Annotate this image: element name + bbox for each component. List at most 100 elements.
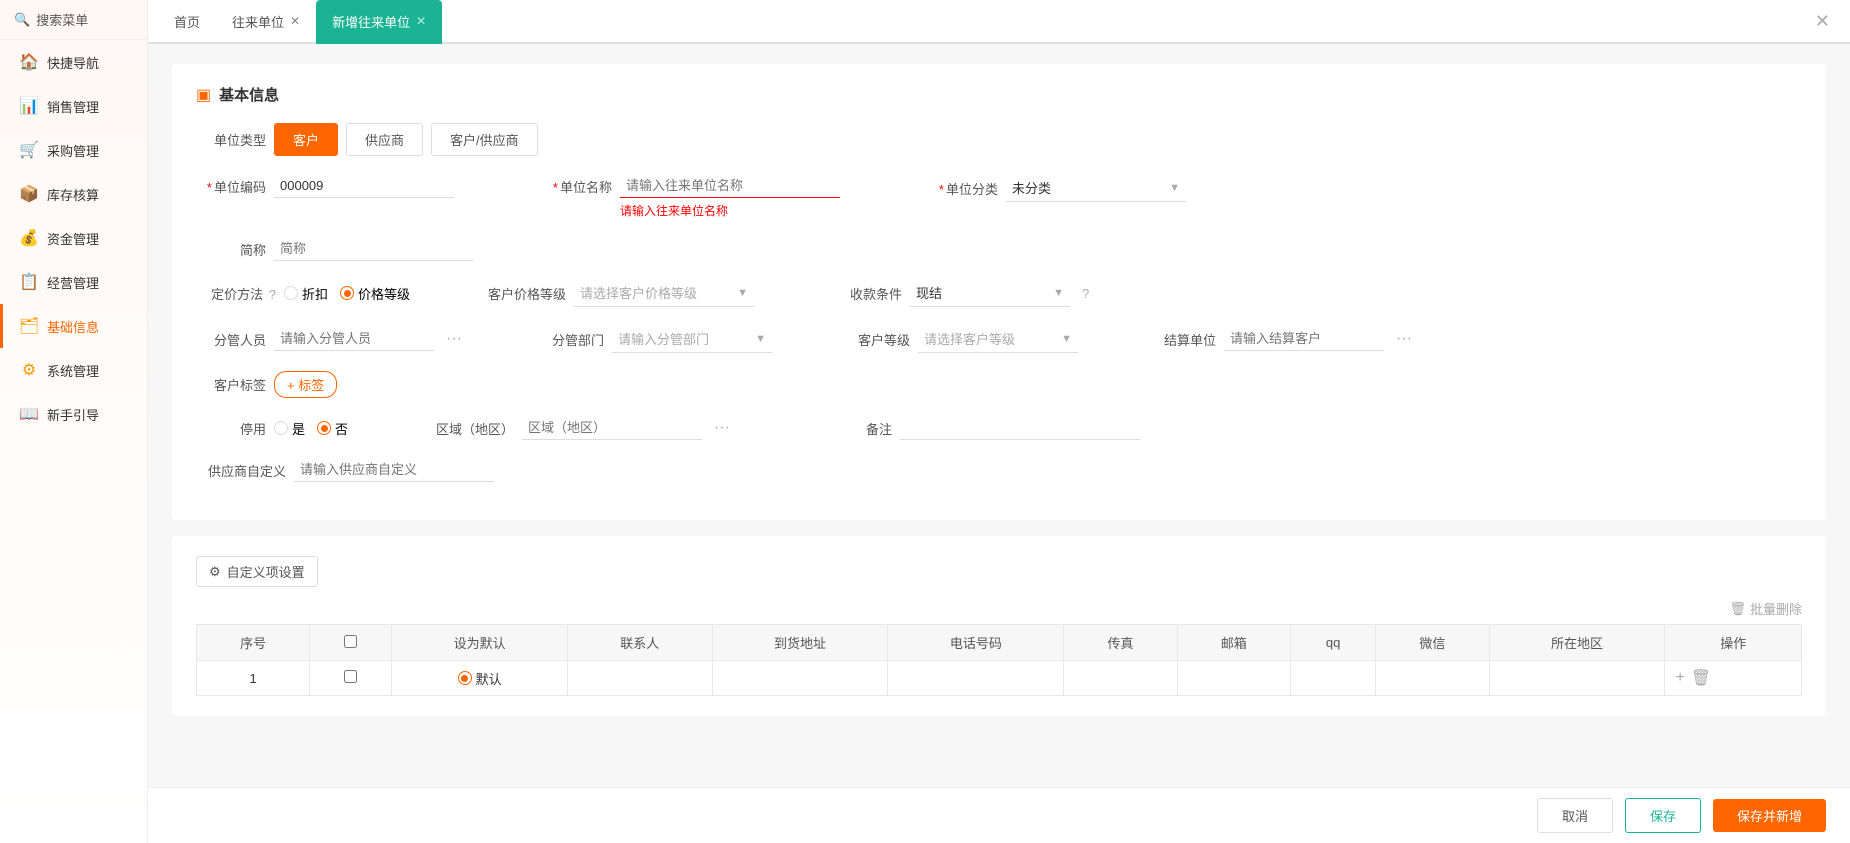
pricing-radio-level[interactable]: 价格等级 (340, 284, 410, 303)
sidebar-item-system[interactable]: ⚙ 系统管理 (0, 348, 147, 392)
cancel-button[interactable]: 取消 (1537, 798, 1613, 833)
basicinfo-icon: 🗂 (19, 316, 39, 336)
row-default[interactable]: 默认 (392, 661, 568, 696)
supplier-custom-row: 供应商自定义 (196, 458, 1802, 482)
default-radio-dot (458, 671, 472, 685)
tab-new-partner[interactable]: 新增往来单位 ✕ (316, 0, 442, 44)
tab-partners-close[interactable]: ✕ (290, 14, 300, 28)
sidebar-item-operations[interactable]: 📋 经营管理 (0, 260, 147, 304)
row-wechat[interactable] (1376, 661, 1489, 696)
row-fax[interactable] (1064, 661, 1177, 696)
payment-terms-chevron-icon: ▼ (1053, 287, 1064, 299)
add-row-icon[interactable]: + (1675, 669, 1684, 687)
action-bar: 取消 保存 保存并新增 (148, 787, 1850, 843)
discount-radio-dot (284, 286, 298, 300)
supplier-custom-input[interactable] (294, 458, 494, 482)
price-level-select[interactable]: 请选择客户价格等级 ▼ (574, 279, 754, 307)
delete-row-icon[interactable]: 🗑 (1691, 668, 1711, 688)
row-address[interactable] (712, 661, 888, 696)
unit-name-input[interactable] (620, 174, 840, 198)
tag-add-button[interactable]: + 标签 (274, 371, 337, 398)
remark-input[interactable] (900, 416, 1140, 440)
settlement-input[interactable] (1224, 327, 1384, 351)
pricing-help-icon[interactable]: ? (269, 287, 276, 302)
type-btn-customer[interactable]: 客户 (274, 123, 338, 156)
settlement-more-icon[interactable]: ··· (1392, 330, 1416, 348)
pricing-radio-discount[interactable]: 折扣 (284, 284, 328, 303)
col-address: 到货地址 (712, 625, 888, 661)
customer-level-group: 客户等级 请选择客户等级 ▼ (840, 325, 1078, 353)
type-btn-supplier[interactable]: 供应商 (346, 123, 423, 156)
dept-label: 分管部门 (534, 330, 604, 349)
sidebar-item-sales[interactable]: 📊 销售管理 (0, 84, 147, 128)
sidebar-item-finance-label: 资金管理 (47, 229, 99, 248)
row-region[interactable] (1489, 661, 1665, 696)
dept-select[interactable]: 请输入分管部门 ▼ (612, 325, 772, 353)
row-contact[interactable] (568, 661, 713, 696)
row-select-checkbox[interactable] (344, 670, 357, 683)
window-close-icon[interactable]: ✕ (1805, 11, 1840, 32)
tab-home[interactable]: 首页 (158, 0, 216, 44)
pricing-row: 定价方法 ? 折扣 价格等级 (196, 279, 1802, 307)
col-contact: 联系人 (568, 625, 713, 661)
tab-home-label: 首页 (174, 12, 200, 31)
price-level-group: 客户价格等级 请选择客户价格等级 ▼ (488, 279, 754, 307)
payment-terms-help-icon[interactable]: ? (1082, 286, 1089, 301)
col-checkbox[interactable] (310, 625, 392, 661)
alias-label: 简称 (196, 240, 266, 259)
customer-level-select[interactable]: 请选择客户等级 ▼ (918, 325, 1078, 353)
col-action: 操作 (1665, 625, 1802, 661)
tab-partners-label: 往来单位 (232, 12, 284, 31)
payment-terms-select[interactable]: 现结 ▼ (910, 279, 1070, 307)
row-phone[interactable] (888, 661, 1064, 696)
disable-radio-group: 是 否 (274, 419, 348, 438)
sales-icon: 📊 (19, 96, 39, 116)
sidebar-item-guide[interactable]: 📖 新手引导 (0, 392, 147, 436)
guide-icon: 📖 (19, 404, 39, 424)
sidebar-item-quicknav[interactable]: 🏠 快捷导航 (0, 40, 147, 84)
purchase-icon: 🛒 (19, 140, 39, 160)
tab-bar: 首页 往来单位 ✕ 新增往来单位 ✕ ✕ (148, 0, 1850, 44)
sidebar-item-finance[interactable]: 💰 资金管理 (0, 216, 147, 260)
alias-input[interactable] (274, 237, 474, 261)
manager-more-icon[interactable]: ··· (442, 330, 466, 348)
region-more-icon[interactable]: ··· (710, 419, 734, 437)
section-icon: ▣ (196, 85, 211, 105)
sidebar-item-inventory[interactable]: 📦 库存核算 (0, 172, 147, 216)
payment-terms-label: 收款条件 (832, 284, 902, 303)
row-action[interactable]: + 🗑 (1665, 661, 1802, 696)
manager-input[interactable] (274, 327, 434, 351)
content-area: ▣ 基本信息 单位类型 客户 供应商 客户/供应商 *单位编码 (148, 44, 1850, 787)
unit-category-select[interactable]: 未分类 ▼ (1006, 174, 1186, 202)
disable-radio-yes[interactable]: 是 (274, 419, 305, 438)
row-qq[interactable] (1290, 661, 1375, 696)
unit-type-label: 单位类型 (196, 130, 266, 149)
row-seq: 1 (197, 661, 310, 696)
select-all-checkbox[interactable] (344, 635, 357, 648)
search-menu[interactable]: 🔍 搜索菜单 (0, 0, 147, 40)
tab-new-partner-close[interactable]: ✕ (416, 14, 426, 28)
col-email: 邮箱 (1177, 625, 1290, 661)
region-input[interactable] (522, 416, 702, 440)
manager-label: 分管人员 (196, 330, 266, 349)
unit-name-label: *单位名称 (542, 177, 612, 196)
save-button[interactable]: 保存 (1625, 798, 1701, 833)
custom-settings-button[interactable]: ⚙ 自定义项设置 (196, 556, 318, 587)
inventory-icon: 📦 (19, 184, 39, 204)
sidebar-item-inventory-label: 库存核算 (47, 185, 99, 204)
sidebar-item-basicinfo[interactable]: 🗂 基础信息 (0, 304, 147, 348)
row-email[interactable] (1177, 661, 1290, 696)
sidebar-item-purchase[interactable]: 🛒 采购管理 (0, 128, 147, 172)
unit-code-input[interactable] (274, 174, 454, 198)
tab-new-partner-label: 新增往来单位 (332, 12, 410, 31)
tab-partners[interactable]: 往来单位 ✕ (216, 0, 316, 44)
sidebar-item-guide-label: 新手引导 (47, 405, 99, 424)
sidebar-item-quicknav-label: 快捷导航 (47, 53, 99, 72)
save-and-add-button[interactable]: 保存并新增 (1713, 799, 1826, 832)
remark-group: 备注 (822, 416, 1140, 440)
type-btn-both[interactable]: 客户/供应商 (431, 123, 538, 156)
batch-delete-button[interactable]: 🗑 批量删除 (196, 599, 1802, 618)
disable-radio-no[interactable]: 否 (317, 419, 348, 438)
alias-group: 简称 (196, 237, 474, 261)
row-checkbox[interactable] (310, 661, 392, 696)
